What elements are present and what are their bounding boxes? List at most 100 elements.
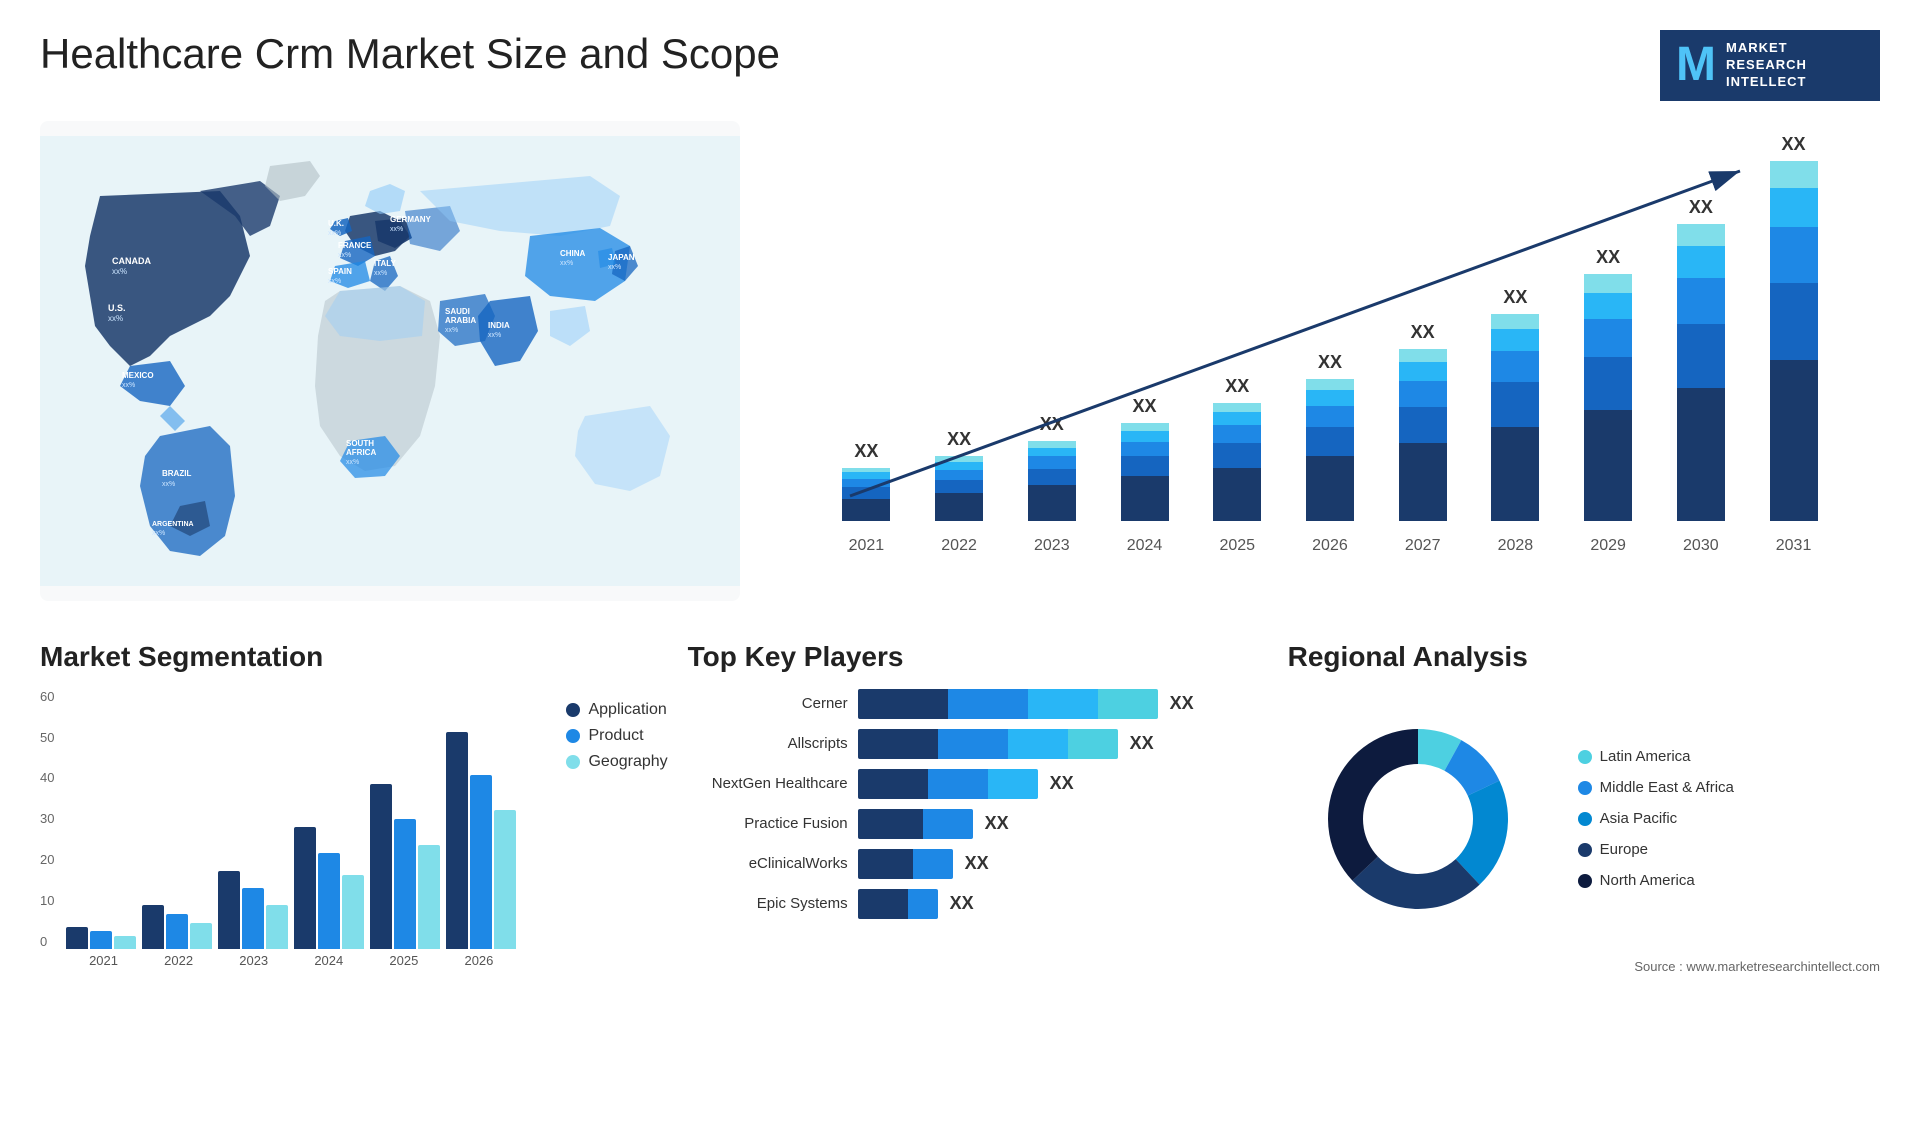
bar-segment bbox=[1306, 427, 1354, 457]
seg-legend-label: Application bbox=[588, 701, 666, 719]
bar-segment bbox=[842, 487, 890, 498]
player-row: CernerXX bbox=[688, 689, 1268, 719]
player-bar-segment bbox=[1028, 689, 1098, 719]
bar-segment bbox=[1306, 390, 1354, 406]
bar-label-top: XX bbox=[947, 429, 971, 450]
seg-legend-label: Product bbox=[588, 727, 643, 745]
seg-legend-item: Product bbox=[566, 727, 667, 745]
bar-segment bbox=[1677, 388, 1725, 521]
seg-x-labels: 202120222023202420252026 bbox=[40, 953, 516, 968]
seg-legend-label: Geography bbox=[588, 753, 667, 771]
seg-bar-application bbox=[370, 784, 392, 949]
logo: M MARKET RESEARCH INTELLECT bbox=[1660, 30, 1880, 101]
seg-bar-group bbox=[142, 905, 212, 948]
source-text: Source : www.marketresearchintellect.com bbox=[1288, 959, 1880, 974]
player-bar bbox=[858, 769, 1038, 799]
bar-group: XX bbox=[935, 429, 983, 520]
bar-segment bbox=[1121, 476, 1169, 520]
bar-segment bbox=[1028, 485, 1076, 520]
regional-legend-item: Middle East & Africa bbox=[1578, 779, 1734, 796]
seg-bars bbox=[66, 689, 516, 949]
bar-segment bbox=[1213, 425, 1261, 443]
player-name: Epic Systems bbox=[688, 895, 848, 912]
svg-text:xx%: xx% bbox=[608, 264, 621, 271]
player-bar-segment bbox=[858, 889, 908, 919]
bar-label-top: XX bbox=[1040, 414, 1064, 435]
seg-y-label: 0 bbox=[40, 934, 54, 949]
players-section: Top Key Players CernerXXAllscriptsXXNext… bbox=[688, 631, 1268, 984]
bar-segment bbox=[935, 462, 983, 470]
bar-label-top: XX bbox=[1596, 247, 1620, 268]
player-bar-xx: XX bbox=[985, 813, 1009, 834]
svg-text:xx%: xx% bbox=[338, 252, 351, 259]
bar-year-label: 2022 bbox=[935, 537, 983, 555]
stacked-bar bbox=[1028, 441, 1076, 521]
seg-bar-group bbox=[294, 827, 364, 948]
bar-group: XX bbox=[1121, 396, 1169, 520]
bar-year-label: 2026 bbox=[1306, 537, 1354, 555]
seg-y-label: 40 bbox=[40, 770, 54, 785]
bar-segment bbox=[1121, 431, 1169, 442]
svg-text:xx%: xx% bbox=[390, 226, 403, 233]
player-bar bbox=[858, 729, 1118, 759]
player-bar-segment bbox=[913, 849, 953, 879]
bar-chart-container: XXXXXXXXXXXXXXXXXXXXXX 20212022202320242… bbox=[760, 121, 1880, 601]
player-bar-wrap: XX bbox=[858, 849, 1268, 879]
players-list: CernerXX AllscriptsXX NextGen HealthcareXX… bbox=[688, 689, 1268, 919]
player-bar-wrap: XX bbox=[858, 889, 1268, 919]
bar-year-label: 2025 bbox=[1213, 537, 1261, 555]
bar-segment bbox=[1028, 469, 1076, 486]
svg-text:CHINA: CHINA bbox=[560, 249, 586, 258]
bar-year-label: 2021 bbox=[842, 537, 890, 555]
bar-segment bbox=[1213, 412, 1261, 425]
player-bar-segment bbox=[923, 809, 973, 839]
bar-label-top: XX bbox=[1503, 287, 1527, 308]
player-row: NextGen HealthcareXX bbox=[688, 769, 1268, 799]
player-bar-wrap: XX bbox=[858, 809, 1268, 839]
seg-legend-dot bbox=[566, 729, 580, 743]
bar-segment bbox=[1584, 357, 1632, 410]
seg-y-axis: 6050403020100 bbox=[40, 689, 54, 949]
seg-chart-inner: 6050403020100 bbox=[40, 689, 516, 949]
regional-legend-dot bbox=[1578, 750, 1592, 764]
player-bar-segment bbox=[858, 729, 938, 759]
bar-year-label: 2024 bbox=[1121, 537, 1169, 555]
regional-legend-dot bbox=[1578, 874, 1592, 888]
svg-text:xx%: xx% bbox=[122, 382, 135, 389]
bar-segment bbox=[1399, 443, 1447, 521]
player-bar bbox=[858, 889, 938, 919]
player-bar-segment bbox=[938, 729, 1008, 759]
svg-text:SOUTH: SOUTH bbox=[346, 439, 374, 448]
bar-label-top: XX bbox=[1689, 197, 1713, 218]
seg-legend: Application Product Geography bbox=[536, 701, 667, 968]
bar-year-label: 2029 bbox=[1584, 537, 1632, 555]
bar-group: XX bbox=[1770, 134, 1818, 521]
seg-bar-geography bbox=[114, 936, 136, 949]
bar-label-top: XX bbox=[1133, 396, 1157, 417]
bar-segment bbox=[1584, 293, 1632, 320]
player-row: AllscriptsXX bbox=[688, 729, 1268, 759]
svg-text:AFRICA: AFRICA bbox=[346, 448, 376, 457]
bar-segment bbox=[1491, 351, 1539, 382]
bar-year-label: 2030 bbox=[1677, 537, 1725, 555]
world-map: CANADA xx% U.S. xx% MEXICO xx% BRAZIL xx… bbox=[40, 121, 740, 601]
bottom-section: Market Segmentation 6050403020100 202120… bbox=[40, 631, 1880, 984]
bar-segment bbox=[1306, 379, 1354, 390]
svg-text:SAUDI: SAUDI bbox=[445, 307, 470, 316]
bar-segment bbox=[1491, 427, 1539, 521]
seg-bar-group bbox=[218, 871, 288, 949]
svg-text:xx%: xx% bbox=[560, 260, 573, 267]
page-header: Healthcare Crm Market Size and Scope M M… bbox=[40, 30, 1880, 101]
bar-segment bbox=[935, 493, 983, 521]
stacked-bar bbox=[1306, 379, 1354, 521]
svg-text:BRAZIL: BRAZIL bbox=[162, 469, 191, 478]
seg-y-label: 20 bbox=[40, 852, 54, 867]
player-name: eClinicalWorks bbox=[688, 855, 848, 872]
bar-segment bbox=[1491, 314, 1539, 330]
player-bar-segment bbox=[858, 809, 923, 839]
bar-segment bbox=[1399, 407, 1447, 444]
bar-segment bbox=[1770, 360, 1818, 521]
seg-bar-group bbox=[370, 784, 440, 949]
svg-text:xx%: xx% bbox=[112, 267, 127, 276]
svg-text:xx%: xx% bbox=[328, 230, 341, 237]
